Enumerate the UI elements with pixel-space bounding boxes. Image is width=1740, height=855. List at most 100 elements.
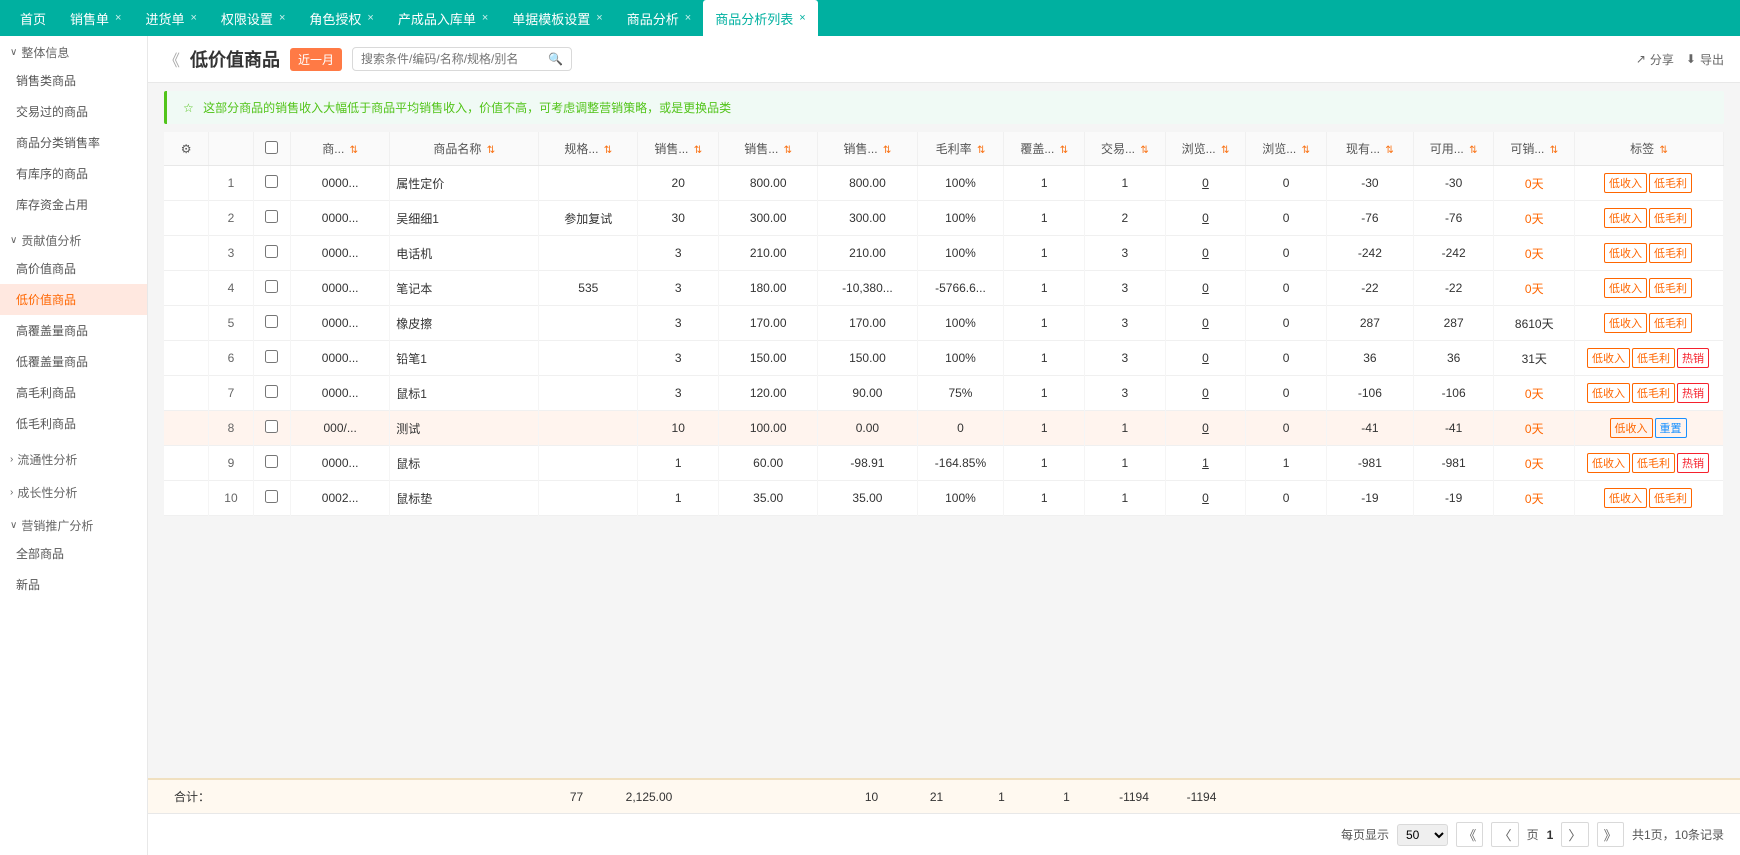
row-checkbox[interactable] xyxy=(265,385,278,398)
th-sale-amt[interactable]: 销售... ⇅ xyxy=(719,132,818,166)
th-sell[interactable]: 可销... ⇅ xyxy=(1494,132,1575,166)
browse1-link[interactable]: 0 xyxy=(1202,316,1209,330)
row-checkbox[interactable] xyxy=(265,490,278,503)
td-browse1[interactable]: 1 xyxy=(1165,446,1246,481)
nav-tab-商品分析列表[interactable]: 商品分析列表 × xyxy=(703,0,817,36)
date-filter-button[interactable]: 近一月 xyxy=(290,48,342,71)
last-page-button[interactable]: 》 xyxy=(1597,822,1624,847)
nav-home[interactable]: 首页 xyxy=(8,9,58,28)
td-browse1[interactable]: 0 xyxy=(1165,481,1246,516)
row-checkbox[interactable] xyxy=(265,315,278,328)
browse1-link[interactable]: 0 xyxy=(1202,491,1209,505)
close-icon[interactable]: × xyxy=(115,12,121,24)
browse1-link[interactable]: 0 xyxy=(1202,351,1209,365)
sidebar-item-库存资金占用[interactable]: 库存资金占用 xyxy=(0,189,147,220)
close-icon[interactable]: × xyxy=(190,12,196,24)
nav-tab-单据模板设置[interactable]: 单据模板设置 × xyxy=(500,0,614,36)
td-checkbox[interactable] xyxy=(253,166,290,201)
sidebar-item-低覆盖量商品[interactable]: 低覆盖量商品 xyxy=(0,346,147,377)
nav-tab-角色授权[interactable]: 角色授权 × xyxy=(297,0,385,36)
td-checkbox[interactable] xyxy=(253,236,290,271)
td-browse1[interactable]: 0 xyxy=(1165,376,1246,411)
sidebar-section-title-成长性分析[interactable]: › 成长性分析 xyxy=(0,476,147,505)
th-browse1[interactable]: 浏览... ⇅ xyxy=(1165,132,1246,166)
row-checkbox[interactable] xyxy=(265,350,278,363)
row-checkbox[interactable] xyxy=(265,455,278,468)
nav-tab-产成品入库单[interactable]: 产成品入库单 × xyxy=(386,0,500,36)
sidebar-item-全部商品[interactable]: 全部商品 xyxy=(0,538,147,569)
td-browse1[interactable]: 0 xyxy=(1165,411,1246,446)
td-browse1[interactable]: 0 xyxy=(1165,236,1246,271)
sidebar-item-有库序的商品[interactable]: 有库序的商品 xyxy=(0,158,147,189)
sidebar-item-低价值商品[interactable]: 低价值商品 xyxy=(0,284,147,315)
select-all-checkbox[interactable] xyxy=(265,141,278,154)
sidebar-section-title-贡献值分析[interactable]: ∨ 贡献值分析 xyxy=(0,224,147,253)
td-checkbox[interactable] xyxy=(253,411,290,446)
th-avail[interactable]: 可用... ⇅ xyxy=(1413,132,1494,166)
th-name[interactable]: 商品名称 ⇅ xyxy=(390,132,539,166)
sidebar-collapse-button[interactable]: 《 xyxy=(164,47,180,71)
sidebar-section-title-流通性分析[interactable]: › 流通性分析 xyxy=(0,443,147,472)
td-browse1[interactable]: 0 xyxy=(1165,341,1246,376)
share-button[interactable]: ↗ 分享 xyxy=(1636,51,1674,68)
row-checkbox[interactable] xyxy=(265,420,278,433)
close-icon[interactable]: × xyxy=(367,12,373,24)
td-checkbox[interactable] xyxy=(253,481,290,516)
browse1-link[interactable]: 0 xyxy=(1202,281,1209,295)
th-tag[interactable]: 标签 ⇅ xyxy=(1575,132,1724,166)
row-checkbox[interactable] xyxy=(265,175,278,188)
export-button[interactable]: ⬇ 导出 xyxy=(1686,51,1724,68)
th-gross[interactable]: 毛利率 ⇅ xyxy=(917,132,1004,166)
close-icon[interactable]: × xyxy=(596,12,602,24)
th-code[interactable]: 商... ⇅ xyxy=(291,132,390,166)
row-checkbox[interactable] xyxy=(265,245,278,258)
nav-tab-销售单[interactable]: 销售单 × xyxy=(58,0,133,36)
sidebar-item-低毛利商品[interactable]: 低毛利商品 xyxy=(0,408,147,439)
row-checkbox[interactable] xyxy=(265,210,278,223)
td-checkbox[interactable] xyxy=(253,306,290,341)
td-browse1[interactable]: 0 xyxy=(1165,201,1246,236)
browse1-link[interactable]: 0 xyxy=(1202,176,1209,190)
prev-page-button[interactable]: 〈 xyxy=(1491,822,1518,847)
nav-tab-进货单[interactable]: 进货单 × xyxy=(133,0,208,36)
th-sale-amt2[interactable]: 销售... ⇅ xyxy=(818,132,917,166)
sidebar-item-交易过的商品[interactable]: 交易过的商品 xyxy=(0,96,147,127)
td-browse1[interactable]: 0 xyxy=(1165,166,1246,201)
search-input[interactable] xyxy=(361,52,544,66)
th-settings[interactable]: ⚙ xyxy=(164,132,209,166)
td-checkbox[interactable] xyxy=(253,341,290,376)
browse1-link[interactable]: 0 xyxy=(1202,246,1209,260)
th-current[interactable]: 现有... ⇅ xyxy=(1326,132,1413,166)
close-icon[interactable]: × xyxy=(482,12,488,24)
td-checkbox[interactable] xyxy=(253,376,290,411)
sidebar-item-商品分类销售率[interactable]: 商品分类销售率 xyxy=(0,127,147,158)
browse1-link[interactable]: 0 xyxy=(1202,386,1209,400)
sidebar-section-title-营销推广分析[interactable]: ∨ 营销推广分析 xyxy=(0,509,147,538)
th-checkbox[interactable] xyxy=(253,132,290,166)
sidebar-section-title-整体信息[interactable]: ∨ 整体信息 xyxy=(0,36,147,65)
browse1-link[interactable]: 0 xyxy=(1202,211,1209,225)
close-icon[interactable]: × xyxy=(799,12,805,24)
th-trade[interactable]: 交易... ⇅ xyxy=(1085,132,1166,166)
search-icon[interactable]: 🔍 xyxy=(548,52,563,66)
browse1-link[interactable]: 0 xyxy=(1202,421,1209,435)
browse1-link[interactable]: 1 xyxy=(1202,456,1209,470)
nav-tab-权限设置[interactable]: 权限设置 × xyxy=(209,0,297,36)
sidebar-item-销售类商品[interactable]: 销售类商品 xyxy=(0,65,147,96)
nav-tab-商品分析[interactable]: 商品分析 × xyxy=(615,0,703,36)
sidebar-item-高价值商品[interactable]: 高价值商品 xyxy=(0,253,147,284)
sidebar-item-新品[interactable]: 新品 xyxy=(0,569,147,600)
close-icon[interactable]: × xyxy=(279,12,285,24)
td-browse1[interactable]: 0 xyxy=(1165,271,1246,306)
td-checkbox[interactable] xyxy=(253,446,290,481)
row-checkbox[interactable] xyxy=(265,280,278,293)
next-page-button[interactable]: 〉 xyxy=(1561,822,1588,847)
th-spec[interactable]: 规格... ⇅ xyxy=(539,132,638,166)
td-checkbox[interactable] xyxy=(253,201,290,236)
page-size-select[interactable]: 50 100 200 xyxy=(1397,824,1448,846)
td-checkbox[interactable] xyxy=(253,271,290,306)
first-page-button[interactable]: 《 xyxy=(1456,822,1483,847)
search-box[interactable]: 🔍 xyxy=(352,47,572,71)
sidebar-item-高毛利商品[interactable]: 高毛利商品 xyxy=(0,377,147,408)
sidebar-item-高覆盖量商品[interactable]: 高覆盖量商品 xyxy=(0,315,147,346)
